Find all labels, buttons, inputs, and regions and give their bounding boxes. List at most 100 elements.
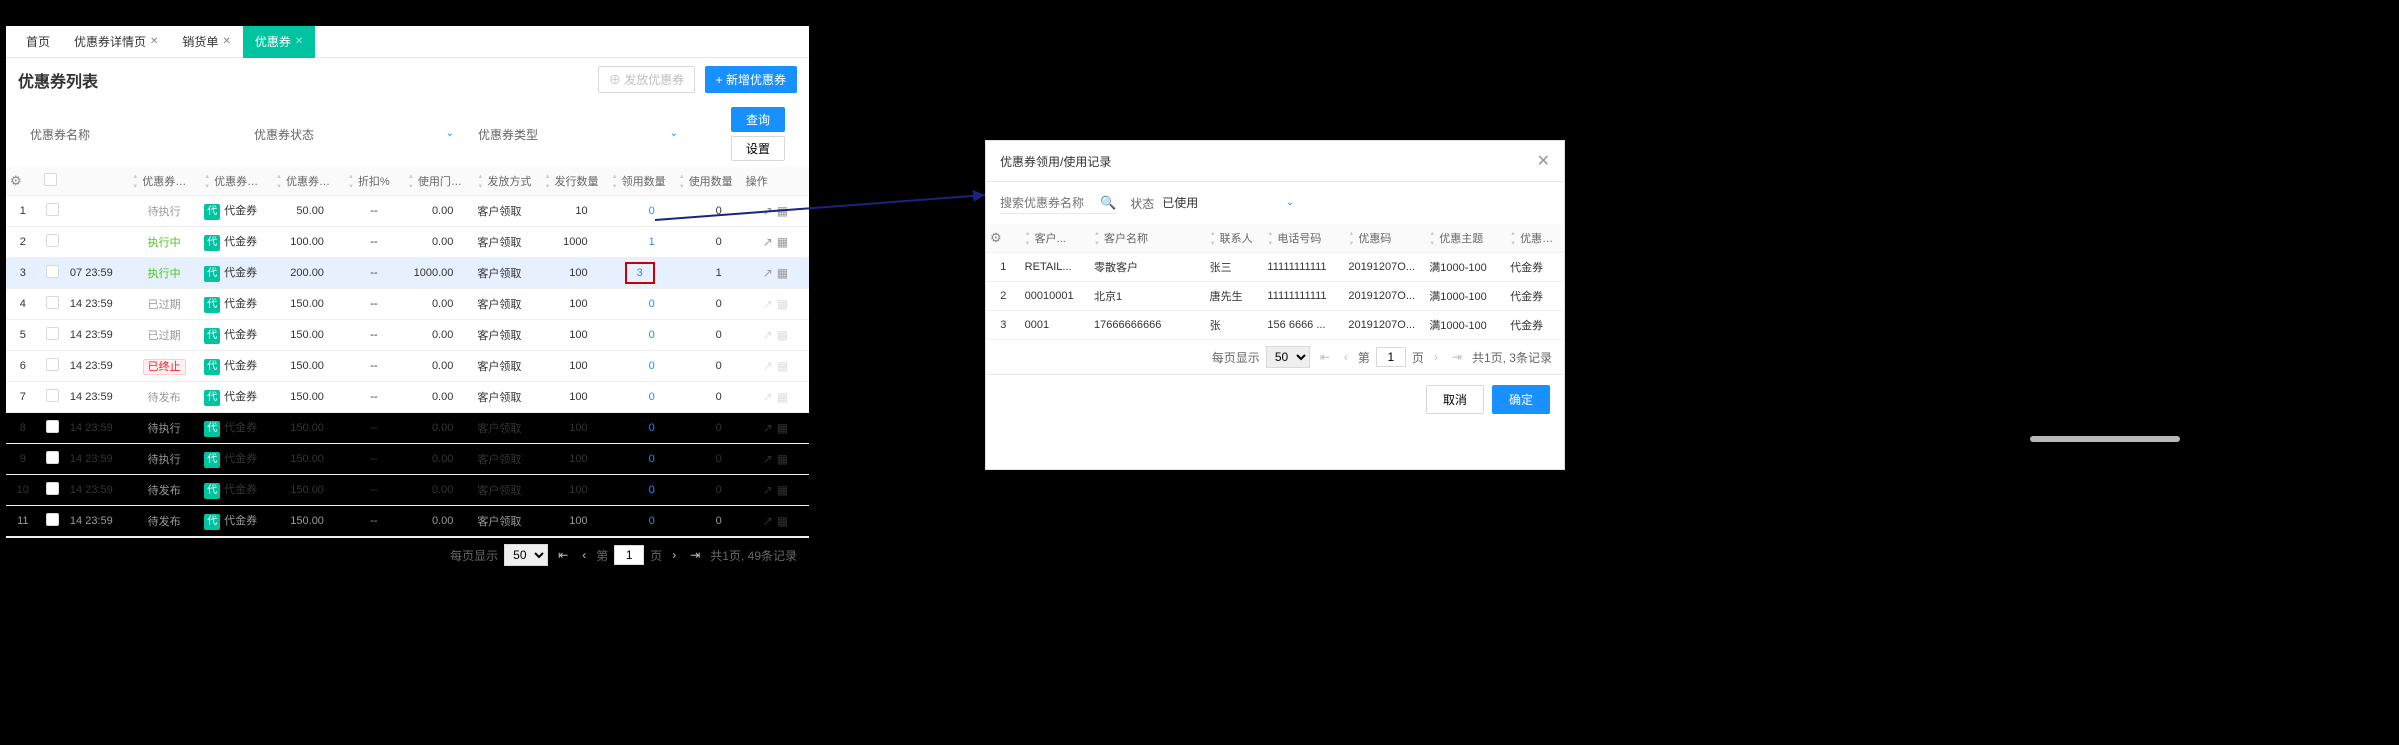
col-dist[interactable]: 发放方式 [487, 176, 531, 188]
receive-qty-link[interactable]: 0 [649, 453, 655, 465]
first-page-icon[interactable]: ⇤ [1316, 350, 1334, 364]
filter-name-label: 优惠券名称 [30, 126, 90, 143]
table-row[interactable]: 2执行中代代金券100.00--0.00客户领取100010↗▦ [6, 227, 809, 258]
page-input[interactable] [1376, 347, 1406, 367]
receive-qty-link[interactable]: 3 [625, 262, 655, 284]
query-button[interactable]: 查询 [731, 107, 785, 132]
next-page-icon[interactable]: › [1430, 350, 1442, 364]
next-page-icon[interactable]: › [668, 548, 680, 562]
coupon-type-badge: 代 [204, 514, 220, 530]
share-icon[interactable]: ↗ [763, 266, 773, 280]
status-badge: 待发布 [148, 392, 181, 404]
col-subject[interactable]: 优惠主题 [1439, 233, 1483, 245]
row-checkbox[interactable] [46, 296, 59, 309]
prev-page-icon[interactable]: ‹ [578, 548, 590, 562]
share-icon: ↗ [763, 452, 773, 466]
receive-qty-link[interactable]: 0 [649, 422, 655, 434]
table-row[interactable]: 307 23:59执行中代代金券200.00--1000.00客户领取10031… [6, 258, 809, 289]
gear-icon[interactable]: ⚙ [10, 173, 22, 188]
tab-首页[interactable]: 首页 [14, 26, 62, 58]
share-icon[interactable]: ↗ [763, 204, 773, 218]
table-row[interactable]: 814 23:59待执行代代金券150.00--0.00客户领取10000↗▦ [6, 413, 809, 444]
horizontal-scrollbar[interactable] [2030, 436, 2180, 442]
last-page-icon[interactable]: ⇥ [686, 548, 704, 562]
filter-status-select[interactable]: ⌄ [318, 126, 458, 142]
per-page-select[interactable]: 50 [504, 544, 548, 566]
add-coupon-button[interactable]: + 新增优惠券 [705, 66, 797, 93]
row-checkbox[interactable] [46, 265, 59, 278]
table-row[interactable]: 1待执行代代金券50.00--0.00客户领取1000↗▦ [6, 196, 809, 227]
select-all-checkbox[interactable] [44, 173, 57, 186]
qrcode-icon[interactable]: ▦ [777, 266, 788, 280]
col-status[interactable]: 优惠券状态 [142, 176, 197, 188]
table-row[interactable]: 3000117666666666张156 6666 ...20191207O..… [986, 311, 1564, 340]
row-checkbox[interactable] [46, 451, 59, 464]
table-row[interactable]: 1RETAIL...零散客户张三1111111111120191207O...满… [986, 253, 1564, 282]
receive-qty-link[interactable]: 0 [649, 329, 655, 341]
col-type[interactable]: 优惠券类型 [214, 176, 269, 188]
page-input[interactable] [614, 545, 644, 565]
gear-icon[interactable]: ⚙ [990, 230, 1002, 245]
row-checkbox[interactable] [46, 389, 59, 402]
qrcode-icon[interactable]: ▦ [777, 235, 788, 249]
first-page-icon[interactable]: ⇤ [554, 548, 572, 562]
row-checkbox[interactable] [46, 482, 59, 495]
tab-销货单[interactable]: 销货单✕ [170, 26, 242, 58]
row-checkbox[interactable] [46, 203, 59, 216]
table-row[interactable]: 200010001北京1唐先生1111111111120191207O...满1… [986, 282, 1564, 311]
receive-qty-link[interactable]: 0 [649, 484, 655, 496]
col-issue-qty[interactable]: 发行数量 [554, 176, 598, 188]
table-row[interactable]: 714 23:59待发布代代金券150.00--0.00客户领取10000↗▦ [6, 382, 809, 413]
confirm-button[interactable]: 确定 [1492, 385, 1550, 414]
receive-qty-link[interactable]: 0 [649, 515, 655, 527]
modal-status-select[interactable]: 已使用⌄ [1158, 192, 1298, 214]
last-page-icon[interactable]: ⇥ [1448, 350, 1466, 364]
receive-qty-link[interactable]: 0 [649, 391, 655, 403]
receive-qty-link[interactable]: 0 [649, 205, 655, 217]
col-receive-qty[interactable]: 领用数量 [622, 176, 666, 188]
row-checkbox[interactable] [46, 513, 59, 526]
filter-name-input[interactable] [94, 125, 234, 144]
col-threshold[interactable]: 使用门槛... [418, 176, 471, 188]
qrcode-icon[interactable]: ▦ [777, 204, 788, 218]
close-icon[interactable]: ✕ [150, 26, 158, 58]
table-row[interactable]: 1114 23:59待发布代代金券150.00--0.00客户领取10000↗▦ [6, 506, 809, 537]
tab-优惠券[interactable]: 优惠券✕ [243, 26, 315, 58]
col-use-qty[interactable]: 使用数量 [689, 176, 733, 188]
receive-qty-link[interactable]: 0 [649, 298, 655, 310]
receive-qty-link[interactable]: 1 [649, 236, 655, 248]
tab-优惠券详情页[interactable]: 优惠券详情页✕ [62, 26, 170, 58]
col-cust-name[interactable]: 客户名称 [1104, 233, 1148, 245]
per-page-select[interactable]: 50 [1266, 346, 1310, 368]
col-face-value[interactable]: 优惠券面值 [286, 176, 341, 188]
col-phone[interactable]: 电话号码 [1277, 233, 1321, 245]
row-checkbox[interactable] [46, 420, 59, 433]
coupon-type-badge: 代 [204, 421, 220, 437]
row-checkbox[interactable] [46, 358, 59, 371]
issue-coupon-button[interactable]: 发放优惠券 [598, 66, 695, 93]
coupon-type-badge: 代 [204, 452, 220, 468]
table-row[interactable]: 1014 23:59待发布代代金券150.00--0.00客户领取10000↗▦ [6, 475, 809, 506]
row-checkbox[interactable] [46, 234, 59, 247]
cancel-button[interactable]: 取消 [1426, 385, 1484, 414]
close-icon[interactable]: ✕ [295, 26, 303, 58]
receive-qty-link[interactable]: 0 [649, 360, 655, 372]
table-row[interactable]: 914 23:59待执行代代金券150.00--0.00客户领取10000↗▦ [6, 444, 809, 475]
table-row[interactable]: 514 23:59已过期代代金券150.00--0.00客户领取10000↗▦ [6, 320, 809, 351]
col-discount[interactable]: 折扣% [358, 176, 390, 188]
search-icon[interactable]: 🔍 [1100, 195, 1116, 211]
row-checkbox[interactable] [46, 327, 59, 340]
prev-page-icon[interactable]: ‹ [1340, 350, 1352, 364]
col-contact[interactable]: 联系人 [1220, 233, 1253, 245]
filter-type-select[interactable]: ⌄ [542, 126, 682, 142]
close-icon[interactable]: ✕ [222, 26, 230, 58]
settings-button[interactable]: 设置 [731, 136, 785, 161]
close-icon[interactable]: ✕ [1537, 151, 1550, 171]
share-icon[interactable]: ↗ [763, 235, 773, 249]
search-input[interactable] [1000, 196, 1100, 210]
col-cust-no[interactable]: 客户... [1035, 233, 1066, 245]
col-coupon-type[interactable]: 优惠券类... [1520, 233, 1564, 245]
table-row[interactable]: 414 23:59已过期代代金券150.00--0.00客户领取10000↗▦ [6, 289, 809, 320]
col-code[interactable]: 优惠码 [1358, 233, 1391, 245]
table-row[interactable]: 614 23:59已终止代代金券150.00--0.00客户领取10000↗▦ [6, 351, 809, 382]
